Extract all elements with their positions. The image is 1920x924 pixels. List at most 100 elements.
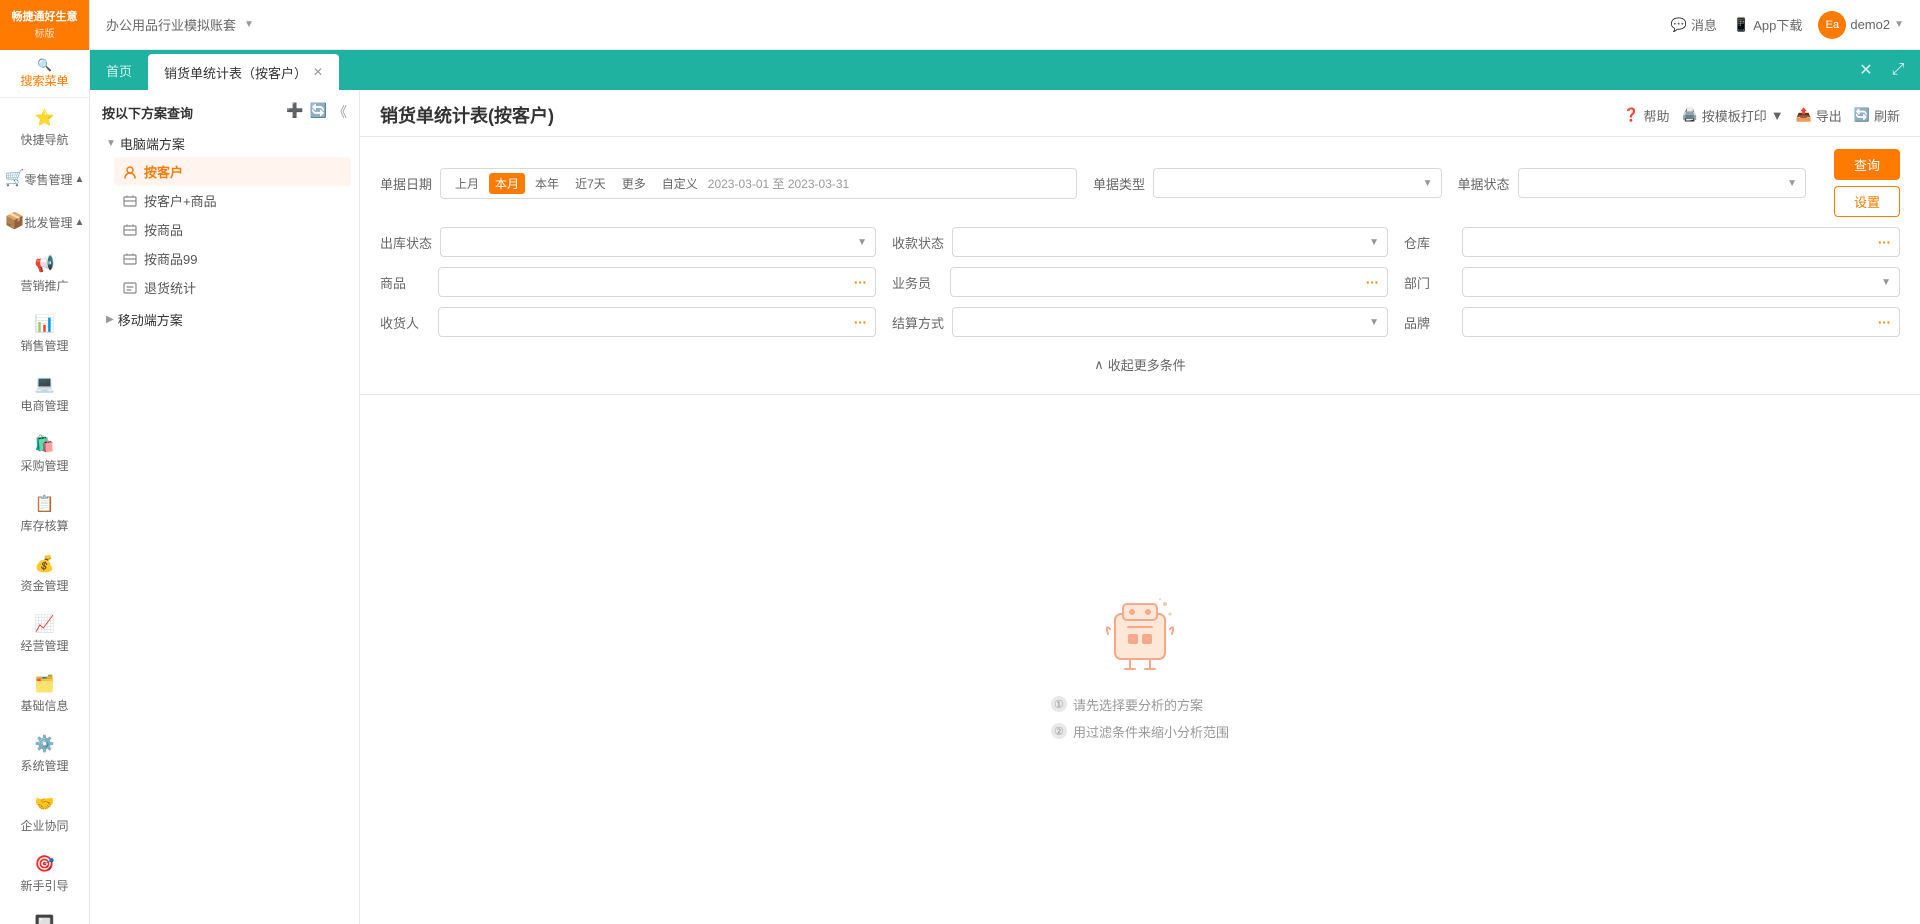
sidebar-item-retail[interactable]: 🛒 零售管理 ▲ xyxy=(0,158,89,201)
message-button[interactable]: 💬 消息 xyxy=(1671,15,1717,34)
tab-sales-stat-label: 销货单统计表（按客户） xyxy=(164,63,307,82)
tab-close-button[interactable]: ✕ xyxy=(1852,56,1880,84)
customer-icon xyxy=(122,164,138,180)
sales-icon: 📊 xyxy=(35,314,55,334)
left-panel-header: 按以下方案查询 ➕ 🔄 《 xyxy=(90,102,359,130)
sidebar-item-purchase[interactable]: 🛍️ 采购管理 xyxy=(0,424,89,484)
tree-expand-icon: ▼ xyxy=(106,138,116,149)
doc-type-arrow-icon: ▼ xyxy=(1423,178,1433,189)
tree-item-return-stat[interactable]: 退货统计 xyxy=(114,273,351,302)
warehouse-select[interactable]: ··· xyxy=(1462,227,1900,257)
warehouse-dots-icon[interactable]: ··· xyxy=(1878,235,1891,250)
date-filter: 单据日期 上月 本月 本年 近7天 更多 自定义 20 xyxy=(380,168,1077,199)
refresh-button[interactable]: 🔄 刷新 xyxy=(1854,106,1900,125)
sidebar-item-wholesale[interactable]: 📦 批发管理 ▲ xyxy=(0,201,89,244)
sidebar-item-newbie[interactable]: 🎯 新手引导 xyxy=(0,844,89,904)
sidebar-basics-label: 基础信息 xyxy=(20,697,68,714)
tab-sales-stat[interactable]: 销货单统计表（按客户） ✕ xyxy=(148,54,339,90)
tree-section: ▼ 电脑端方案 按客户 xyxy=(90,130,359,333)
doc-type-select[interactable]: ▼ xyxy=(1153,168,1441,198)
warehouse-filter: 仓库 ··· xyxy=(1404,227,1900,257)
app-download-button[interactable]: 📱 App下载 xyxy=(1733,15,1802,34)
date-btn-custom[interactable]: 自定义 xyxy=(656,173,704,194)
print-button[interactable]: 🖨️ 按模板打印 ▼ xyxy=(1682,106,1784,125)
tree-item-by-customer-product[interactable]: 按客户+商品 xyxy=(114,186,351,215)
date-range-control[interactable]: 上月 本月 本年 近7天 更多 自定义 2023-03-01 至 2023-03… xyxy=(440,168,1077,199)
message-label: 消息 xyxy=(1691,15,1717,34)
stock-status-select[interactable]: ▼ xyxy=(440,227,876,257)
sidebar-item-search[interactable]: 🔍 搜索菜单 xyxy=(0,50,89,98)
sidebar-enterprise-label: 企业协同 xyxy=(20,817,68,834)
collapse-panel-button[interactable]: 《 xyxy=(333,102,347,122)
print-dropdown-icon[interactable]: ▼ xyxy=(1771,108,1784,123)
tip-num-1: ① xyxy=(1051,696,1067,712)
tab-close-icon[interactable]: ✕ xyxy=(313,65,323,79)
settlement-filter: 结算方式 ▼ xyxy=(892,307,1388,337)
tree-item-by-product[interactable]: 按商品 xyxy=(114,215,351,244)
sidebar-item-basics[interactable]: 🗂️ 基础信息 xyxy=(0,664,89,724)
sidebar-item-ecommerce[interactable]: 💻 电商管理 xyxy=(0,364,89,424)
add-scheme-button[interactable]: ➕ xyxy=(286,102,303,122)
chevron-up-icon: ▲ xyxy=(75,217,85,228)
print-icon: 🖨️ xyxy=(1682,107,1698,123)
sidebar-item-enterprise[interactable]: 🤝 企业协同 xyxy=(0,784,89,844)
warehouse-label: 仓库 xyxy=(1404,233,1454,252)
tab-bar: 首页 销货单统计表（按客户） ✕ ✕ ⤢ xyxy=(90,50,1920,90)
doc-status-select[interactable]: ▼ xyxy=(1518,168,1806,198)
receiver-label: 收货人 xyxy=(380,313,430,332)
company-dropdown-icon[interactable]: ▼ xyxy=(244,19,254,30)
salesperson-dots-icon[interactable]: ··· xyxy=(1366,275,1379,290)
sidebar-item-system[interactable]: ⚙️ 系统管理 xyxy=(0,724,89,784)
brand-select[interactable]: ··· xyxy=(1462,307,1900,337)
print-label: 按模板打印 xyxy=(1702,106,1767,125)
sidebar-item-finance[interactable]: 💰 资金管理 xyxy=(0,544,89,604)
sidebar-item-inventory[interactable]: 📋 库存核算 xyxy=(0,484,89,544)
empty-icon xyxy=(1090,579,1190,679)
sidebar-item-quicknav[interactable]: ⭐ 快捷导航 xyxy=(0,98,89,158)
user-profile[interactable]: Ea demo2 ▼ xyxy=(1818,11,1904,39)
date-btn-this-year[interactable]: 本年 xyxy=(529,173,565,194)
product-select[interactable]: ··· xyxy=(438,267,876,297)
sidebar-retail-label: 零售管理 xyxy=(25,171,73,188)
sidebar-item-marketing[interactable]: 📢 营销推广 xyxy=(0,244,89,304)
date-btn-last-7[interactable]: 近7天 xyxy=(569,173,612,194)
operations-icon: 📈 xyxy=(35,614,55,634)
date-btn-last-month[interactable]: 上月 xyxy=(449,173,485,194)
sidebar-item-sales[interactable]: 📊 销售管理 xyxy=(0,304,89,364)
tip-2-text: 用过滤条件来缩小分析范围 xyxy=(1073,722,1229,741)
tree-items-desktop: 按客户 按客户+商品 xyxy=(98,157,351,302)
receiver-select[interactable]: ··· xyxy=(438,307,876,337)
date-btn-this-month[interactable]: 本月 xyxy=(489,173,525,194)
sidebar-item-apps[interactable]: 🔲 应用中心 xyxy=(0,904,89,924)
salesperson-select[interactable]: ··· xyxy=(950,267,1388,297)
tree-group-desktop-header[interactable]: ▼ 电脑端方案 xyxy=(98,130,351,157)
tree-item-by-product-99[interactable]: 按商品99 xyxy=(114,244,351,273)
tree-item-by-customer[interactable]: 按客户 xyxy=(114,157,351,186)
empty-tips: ① 请先选择要分析的方案 ② 用过滤条件来缩小分析范围 xyxy=(1051,695,1229,741)
refresh-label: 刷新 xyxy=(1874,106,1900,125)
tree-group-mobile: ▶ 移动端方案 xyxy=(98,306,351,333)
help-button[interactable]: ❓ 帮助 xyxy=(1623,106,1669,125)
settings-button[interactable]: 设置 xyxy=(1834,186,1900,217)
tree-group-mobile-header[interactable]: ▶ 移动端方案 xyxy=(98,306,351,333)
sidebar-item-operations[interactable]: 📈 经营管理 xyxy=(0,604,89,664)
tab-maximize-button[interactable]: ⤢ xyxy=(1884,56,1912,84)
product-dots-icon[interactable]: ··· xyxy=(854,275,867,290)
sidebar-purchase-label: 采购管理 xyxy=(20,457,68,474)
payment-status-select[interactable]: ▼ xyxy=(952,227,1388,257)
export-button[interactable]: 📤 导出 xyxy=(1796,106,1842,125)
department-select[interactable]: ▼ xyxy=(1462,267,1900,297)
brand-dots-icon[interactable]: ··· xyxy=(1878,315,1891,330)
tree-collapsed-icon: ▶ xyxy=(106,314,114,325)
settlement-select[interactable]: ▼ xyxy=(952,307,1388,337)
topbar-right: 💬 消息 📱 App下载 Ea demo2 ▼ xyxy=(1671,11,1904,39)
date-btn-more[interactable]: 更多 xyxy=(616,173,652,194)
sidebar-ecommerce-label: 电商管理 xyxy=(20,397,68,414)
retail-icon: 🛒 xyxy=(5,168,25,188)
receiver-dots-icon[interactable]: ··· xyxy=(854,315,867,330)
query-button[interactable]: 查询 xyxy=(1834,149,1900,180)
tab-home[interactable]: 首页 xyxy=(90,50,148,90)
product-icon xyxy=(122,222,138,238)
edit-scheme-button[interactable]: 🔄 xyxy=(310,102,327,122)
collapse-button[interactable]: ∧ 收起更多条件 xyxy=(380,347,1900,382)
